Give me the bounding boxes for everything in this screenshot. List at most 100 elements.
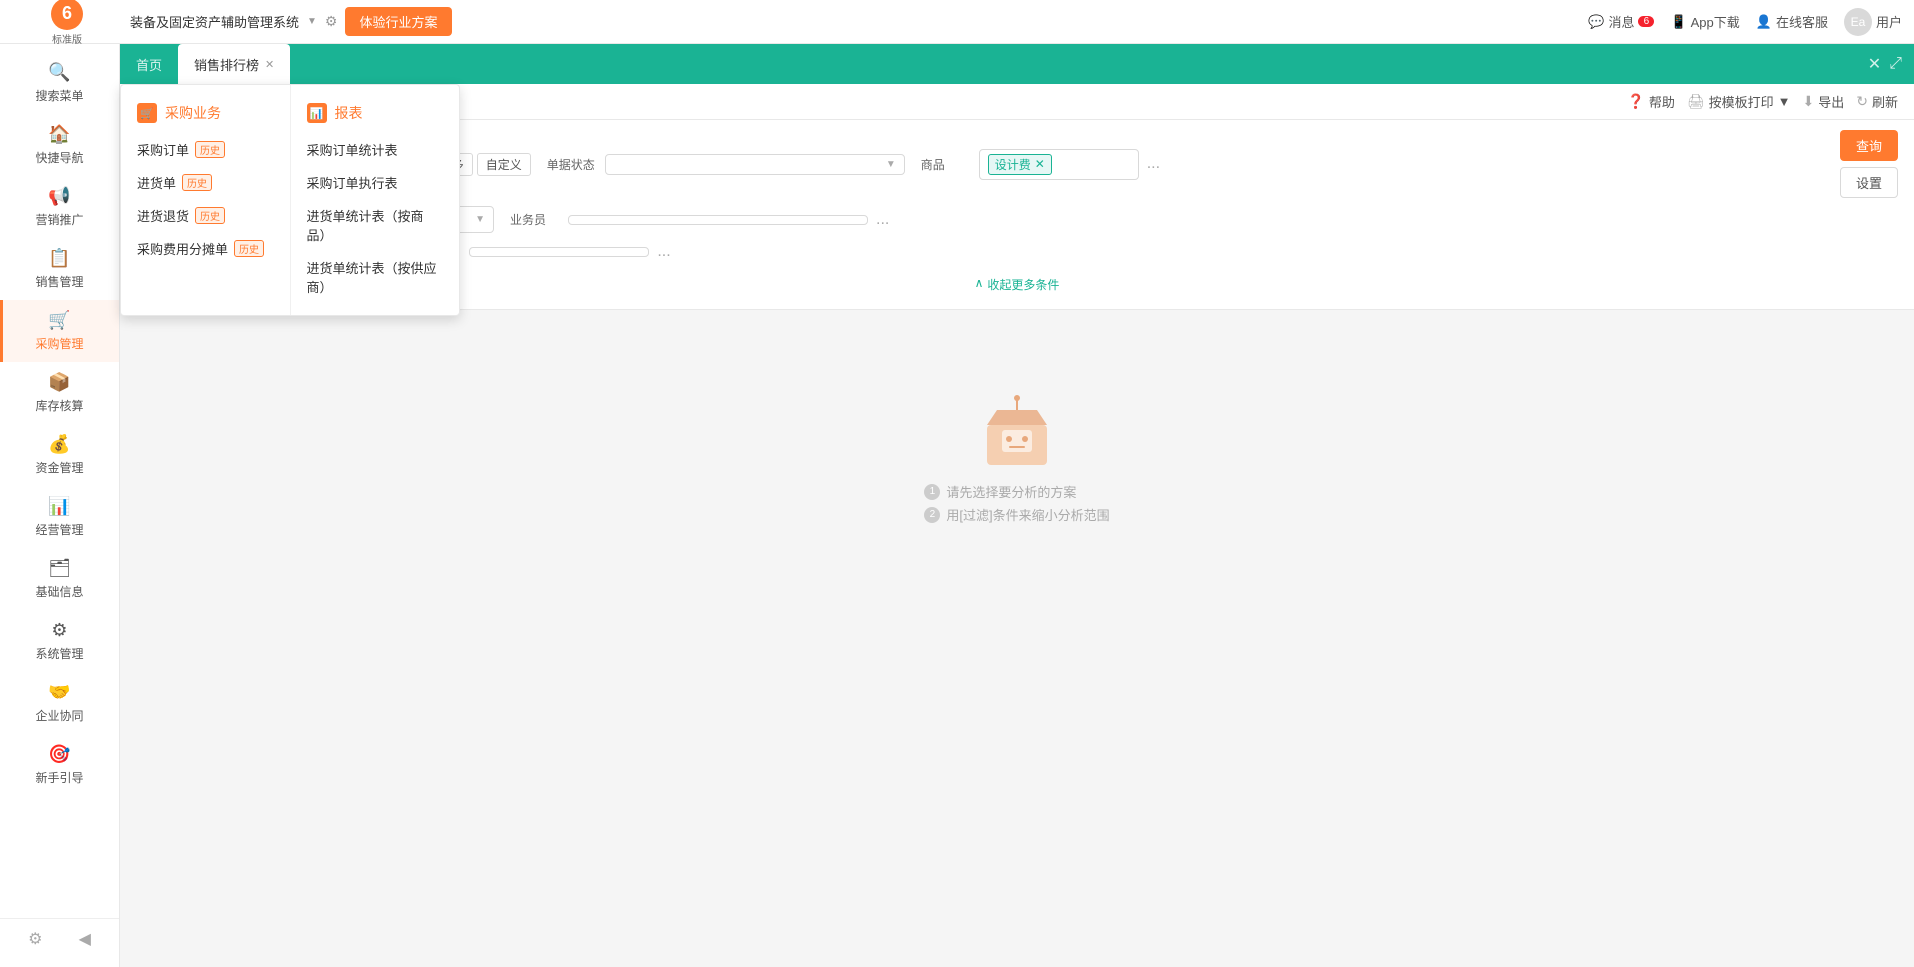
goods-dots[interactable]: ... [1147,155,1160,173]
history-badge-1: 历史 [195,141,225,158]
tab-sales-rank[interactable]: 销售排行榜 ✕ [178,44,290,84]
salesperson-label: 业务员 [510,211,560,228]
system-name: 装备及固定资产辅助管理系统 [130,12,299,31]
export-btn[interactable]: ⬇ 导出 [1803,92,1845,111]
settings-bottom-icon[interactable]: ⚙ [28,929,42,949]
report-header-icon: 📊 [307,103,327,123]
date-custom-btn[interactable]: 自定义 [477,153,531,176]
print-label: 按模板打印 [1709,92,1774,111]
dropdown-inbound-stats-supplier[interactable]: 进货单统计表（按供应商） [291,251,460,303]
tab-bar: 首页 销售排行榜 ✕ ✕ ⤢ [120,44,1914,84]
dropdown-order-exec[interactable]: 采购订单执行表 [291,166,460,199]
tab-home-label: 首页 [136,55,162,74]
system-dropdown-arrow[interactable]: ▼ [307,16,317,27]
print-icon: 🖨 [1687,93,1705,110]
sidebar-item-guide[interactable]: 🎯 新手引导 [0,734,119,796]
empty-tips: 1 请先选择要分析的方案 2 用[过滤]条件来缩小分析范围 [924,482,1109,528]
inventory-icon: 📦 [48,372,70,393]
message-btn[interactable]: 💬 消息 6 [1588,12,1654,31]
sidebar-item-search[interactable]: 🔍 搜索菜单 [0,52,119,114]
finance-icon: 💰 [48,434,70,455]
phone-icon: 📱 [1670,14,1686,30]
sidebar-item-operations[interactable]: 📊 经营管理 [0,486,119,548]
dropdown-inbound-label: 进货单 [137,173,176,192]
sidebar-item-system[interactable]: ⚙ 系统管理 [0,610,119,672]
goods-tag-close[interactable]: ✕ [1035,157,1045,171]
sidebar-label-system: 系统管理 [35,645,83,662]
tab-bar-actions: ✕ ⤢ [1868,54,1914,74]
goods-tag-text: 设计费 [995,156,1031,173]
empty-svg [967,390,1067,470]
tip1-text: 请先选择要分析的方案 [946,482,1076,501]
empty-state: 1 请先选择要分析的方案 2 用[过滤]条件来缩小分析范围 [120,310,1914,608]
salesperson-field[interactable] [568,215,868,225]
dropdown-purchase-order[interactable]: 采购订单 历史 [121,133,290,166]
collapse-label: 收起更多条件 [987,276,1059,293]
refresh-label: 刷新 [1872,92,1898,111]
service-icon: 👤 [1756,14,1772,30]
dropdown-return-label: 进货退货 [137,206,189,225]
sidebar-label-guide: 新手引导 [35,769,83,786]
sidebar-label-quicknav: 快捷导航 [35,149,83,166]
dropdown-order-stats-label: 采购订单统计表 [307,140,398,159]
sidebar-item-quicknav[interactable]: 🏠 快捷导航 [0,114,119,176]
dropdown-inbound-stats-supplier-label: 进货单统计表（按供应商） [307,258,444,296]
search-icon: 🔍 [48,62,70,83]
topbar-system: 装备及固定资产辅助管理系统 ▼ ⚙ 体验行业方案 [130,7,1588,36]
sidebar-item-finance[interactable]: 💰 资金管理 [0,424,119,486]
empty-illustration [967,390,1067,470]
window-expand-icon[interactable]: ⤢ [1889,55,1902,73]
export-icon: ⬇ [1803,93,1815,110]
customer-dots[interactable]: ... [657,243,670,261]
customer-field[interactable] [469,247,649,257]
online-service-btn[interactable]: 👤 在线客服 [1756,12,1828,31]
app-download-btn[interactable]: 📱 App下载 [1670,12,1739,31]
sidebar-item-sales[interactable]: 📋 销售管理 [0,238,119,300]
sidebar-item-enterprise[interactable]: 🤝 企业协同 [0,672,119,734]
user-btn[interactable]: Ea 用户 [1844,8,1902,36]
help-label: 帮助 [1649,92,1675,111]
bill-status-dropdown[interactable]: ▼ [605,154,905,175]
refresh-btn[interactable]: ↻ 刷新 [1856,92,1898,111]
industry-btn[interactable]: 体验行业方案 [345,7,451,36]
sidebar-item-inventory[interactable]: 📦 库存核算 [0,362,119,424]
query-btn[interactable]: 查询 [1840,130,1898,161]
dropdown-inbound[interactable]: 进货单 历史 [121,166,290,199]
goods-field[interactable]: 设计费 ✕ [979,149,1139,180]
system-icon: ⚙ [51,620,67,641]
message-icon: 💬 [1588,14,1604,30]
tab-close-icon[interactable]: ✕ [265,58,274,71]
settings-btn[interactable]: 设置 [1840,167,1898,198]
history-badge-2: 历史 [182,174,212,191]
logo-icon: 6 [51,0,83,30]
dropdown-inbound-stats-goods-label: 进货单统计表（按商品） [307,206,444,244]
purchase-business-header: 🛒 采购业务 [121,97,290,129]
sidebar-item-purchase[interactable]: 🛒 采购管理 [0,300,119,362]
dropdown-inbound-stats-goods[interactable]: 进货单统计表（按商品） [291,199,460,251]
dropdown-expense-label: 采购费用分摊单 [137,239,228,258]
dropdown-order-stats[interactable]: 采购订单统计表 [291,133,460,166]
print-btn[interactable]: 🖨 按模板打印 ▼ [1687,92,1791,111]
sidebar-item-marketing[interactable]: 📢 营销推广 [0,176,119,238]
help-btn[interactable]: ❓ 帮助 [1627,92,1674,111]
guide-icon: 🎯 [48,744,70,765]
sidebar: 🔍 搜索菜单 🏠 快捷导航 📢 营销推广 📋 销售管理 🛒 [0,44,120,967]
print-arrow-icon[interactable]: ▼ [1778,94,1791,109]
collapse-sidebar-icon[interactable]: ◀ [79,929,91,949]
goods-tag: 设计费 ✕ [988,154,1052,175]
sales-icon: 📋 [48,248,70,269]
salesperson-dots[interactable]: ... [876,211,889,229]
avatar: Ea [1844,8,1872,36]
system-gear-icon[interactable]: ⚙ [325,13,338,30]
enterprise-icon: 🤝 [48,682,70,703]
dropdown-expense[interactable]: 采购费用分摊单 历史 [121,232,290,265]
topbar-right: 💬 消息 6 📱 App下载 👤 在线客服 Ea 用户 [1588,8,1902,36]
tab-home[interactable]: 首页 [120,44,178,84]
report-header: 📊 报表 [291,97,460,129]
logo: 6 标准版 [12,0,122,46]
dropdown-return[interactable]: 进货退货 历史 [121,199,290,232]
window-close-icon[interactable]: ✕ [1868,54,1881,74]
logo-subtext: 标准版 [52,31,82,46]
purchase-business-col: 🛒 采购业务 采购订单 历史 进货单 历史 进货退货 历史 采购费用分摊单 历史 [121,85,291,315]
sidebar-item-basic[interactable]: 🗂 基础信息 [0,548,119,610]
